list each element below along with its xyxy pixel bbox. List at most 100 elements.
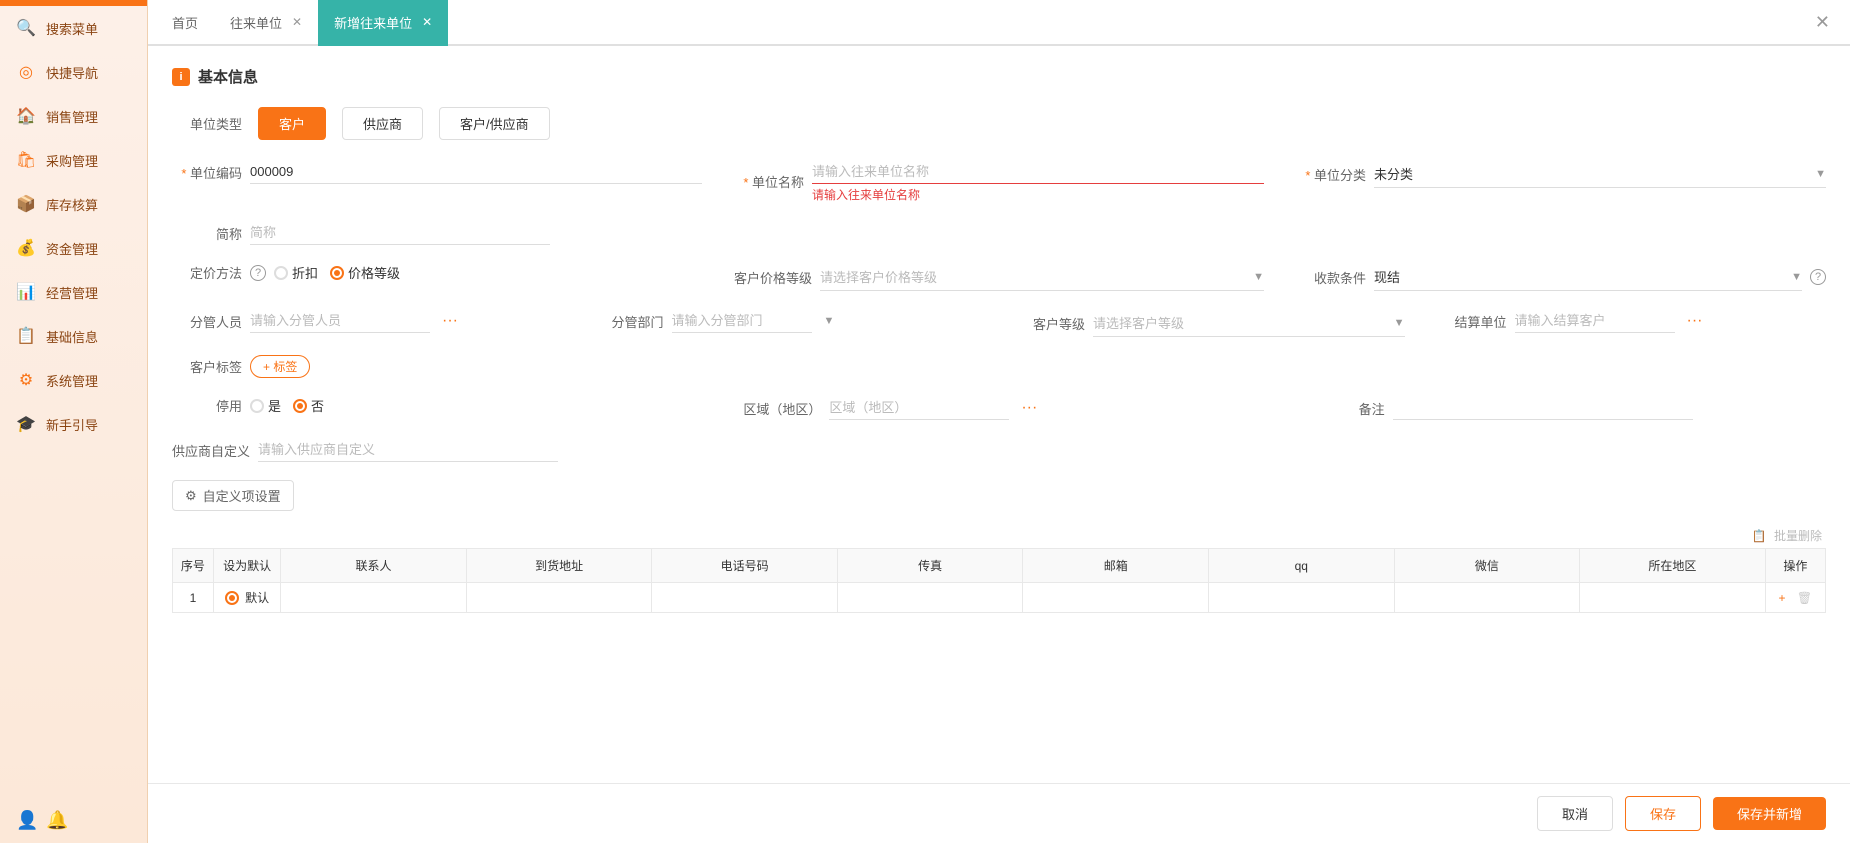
supplier-custom-label: 供应商自定义 xyxy=(172,441,250,460)
tab-home[interactable]: 首页 xyxy=(156,0,214,46)
field-abbr: 简称 xyxy=(172,221,1826,245)
region-input[interactable] xyxy=(829,396,1009,420)
pricing-help-icon[interactable]: ? xyxy=(250,265,266,281)
disabled-radio-yes[interactable]: 是 xyxy=(250,396,281,415)
pricing-radio-level[interactable]: 价格等级 xyxy=(330,263,400,282)
tab-partners[interactable]: 往来单位 ✕ xyxy=(214,0,318,46)
add-tag-btn[interactable]: + 标签 xyxy=(250,355,310,378)
row-abbr: 简称 xyxy=(172,221,1826,245)
region-label: 区域（地区） xyxy=(743,399,821,418)
tab-new-partner-close[interactable]: ✕ xyxy=(422,15,432,29)
batch-delete-label[interactable]: 批量删除 xyxy=(1774,529,1822,543)
sidebar-item-search[interactable]: 🔍 搜索菜单 xyxy=(0,6,147,50)
cell-phone[interactable] xyxy=(652,583,838,613)
info-icon: i xyxy=(179,71,182,83)
supplier-custom-input[interactable] xyxy=(258,438,558,462)
sidebar-item-label: 销售管理 xyxy=(46,107,98,126)
field-unit-name: 单位名称 请输入往来单位名称 xyxy=(734,160,1264,203)
settlement-input[interactable] xyxy=(1515,309,1675,333)
tab-partners-close[interactable]: ✕ xyxy=(292,15,302,29)
sidebar-item-operations[interactable]: 📊 经营管理 xyxy=(0,270,147,314)
field-supplier-custom: 供应商自定义 xyxy=(172,438,1826,462)
save-new-button[interactable]: 保存并新增 xyxy=(1713,797,1826,830)
tab-new-partner[interactable]: 新增往来单位 ✕ xyxy=(318,0,448,46)
pricing-radio-discount[interactable]: 折扣 xyxy=(274,263,318,282)
cell-email[interactable] xyxy=(1023,583,1209,613)
remark-label: 备注 xyxy=(1315,399,1385,418)
row-delete-btn[interactable]: 🗑 xyxy=(1797,591,1812,605)
unit-type-both-btn[interactable]: 客户/供应商 xyxy=(439,107,550,140)
newbie-icon: 🎓 xyxy=(16,414,36,434)
custom-settings-row: ⚙ 自定义项设置 xyxy=(172,480,1826,523)
settlement-more-btn[interactable]: ··· xyxy=(1683,312,1707,330)
cancel-button[interactable]: 取消 xyxy=(1537,796,1613,831)
row-customer-tag: 客户标签 + 标签 xyxy=(172,355,1826,378)
row-unit-info: 单位编码 单位名称 请输入往来单位名称 单位分类 未分类 ▼ xyxy=(172,160,1826,203)
cell-fax[interactable] xyxy=(837,583,1023,613)
bell-icon[interactable]: 🔔 xyxy=(46,810,68,831)
sidebar-item-sales[interactable]: 🏠 销售管理 xyxy=(0,94,147,138)
col-action: 操作 xyxy=(1765,549,1825,583)
cell-region[interactable] xyxy=(1580,583,1766,613)
remark-input[interactable] xyxy=(1393,396,1693,420)
collection-label: 收款条件 xyxy=(1296,268,1366,287)
no-radio-dot xyxy=(293,399,307,413)
field-collection-condition: 收款条件 现结 ▼ ? xyxy=(1296,263,1826,291)
unit-code-input[interactable] xyxy=(250,160,702,184)
sidebar-item-label: 库存核算 xyxy=(46,195,98,214)
sidebar: 🔍 搜索菜单 ◎ 快捷导航 🏠 销售管理 🛍 采购管理 📦 库存核算 💰 资金管… xyxy=(0,0,148,843)
custom-settings-btn[interactable]: ⚙ 自定义项设置 xyxy=(172,480,294,511)
collection-value: 现结 xyxy=(1374,267,1400,286)
save-button[interactable]: 保存 xyxy=(1625,796,1701,831)
manager-more-btn[interactable]: ··· xyxy=(438,312,462,330)
col-email: 邮箱 xyxy=(1023,549,1209,583)
sidebar-item-newbie[interactable]: 🎓 新手引导 xyxy=(0,402,147,446)
field-customer-price-level: 客户价格等级 请选择客户价格等级 ▼ xyxy=(734,263,1264,291)
window-close-icon[interactable]: ✕ xyxy=(1803,12,1842,33)
sidebar-item-finance[interactable]: 💰 资金管理 xyxy=(0,226,147,270)
field-settlement-unit: 结算单位 ··· xyxy=(1437,309,1827,333)
default-radio-dot[interactable] xyxy=(225,591,239,605)
finance-icon: 💰 xyxy=(16,238,36,258)
tab-bar: 首页 往来单位 ✕ 新增往来单位 ✕ ✕ xyxy=(148,0,1850,46)
sidebar-item-basic[interactable]: 📋 基础信息 xyxy=(0,314,147,358)
row-add-btn[interactable]: + xyxy=(1779,591,1786,605)
unit-type-supplier-btn[interactable]: 供应商 xyxy=(342,107,423,140)
collection-select[interactable]: 现结 ▼ xyxy=(1374,263,1802,291)
disabled-radio-group: 是 否 xyxy=(250,396,324,415)
sidebar-item-label: 采购管理 xyxy=(46,151,98,170)
cell-qq[interactable] xyxy=(1209,583,1395,613)
unit-name-input[interactable] xyxy=(812,160,1264,184)
cell-wechat[interactable] xyxy=(1394,583,1580,613)
form-area: i 基本信息 单位类型 客户 供应商 客户/供应商 单位编码 单位名称 请输入往… xyxy=(148,46,1850,783)
sidebar-item-purchase[interactable]: 🛍 采购管理 xyxy=(0,138,147,182)
contact-table: 序号 设为默认 联系人 到货地址 电话号码 传真 邮箱 qq 微信 所在地区 操… xyxy=(172,548,1826,613)
basic-icon: 📋 xyxy=(16,326,36,346)
customer-price-arrow: ▼ xyxy=(1253,271,1264,283)
abbr-input[interactable] xyxy=(250,221,550,245)
unit-type-customer-btn[interactable]: 客户 xyxy=(258,107,326,140)
operations-icon: 📊 xyxy=(16,282,36,302)
col-phone: 电话号码 xyxy=(652,549,838,583)
customer-price-label: 客户价格等级 xyxy=(734,268,812,287)
sidebar-item-label: 新手引导 xyxy=(46,415,98,434)
manager-input[interactable] xyxy=(250,309,430,333)
user-icon[interactable]: 👤 xyxy=(16,810,38,831)
row-manager: 分管人员 ··· 分管部门 ▼ 客户等级 请选择客户等级 ▼ 结算单位 ··· xyxy=(172,309,1826,337)
region-more-btn[interactable]: ··· xyxy=(1017,399,1041,417)
level-radio-dot xyxy=(330,266,344,280)
sidebar-item-quicknav[interactable]: ◎ 快捷导航 xyxy=(0,50,147,94)
cell-address[interactable] xyxy=(466,583,652,613)
sidebar-item-inventory[interactable]: 📦 库存核算 xyxy=(0,182,147,226)
customer-level-placeholder: 请选择客户等级 xyxy=(1093,313,1184,332)
cell-contact[interactable] xyxy=(281,583,467,613)
unit-category-select[interactable]: 未分类 ▼ xyxy=(1374,160,1826,188)
settings-gear-icon: ⚙ xyxy=(185,488,197,504)
customer-price-select[interactable]: 请选择客户价格等级 ▼ xyxy=(820,263,1264,291)
dept-input[interactable] xyxy=(672,309,812,333)
disabled-radio-no[interactable]: 否 xyxy=(293,396,324,415)
sidebar-item-system[interactable]: ⚙ 系统管理 xyxy=(0,358,147,402)
customer-level-select[interactable]: 请选择客户等级 ▼ xyxy=(1093,309,1405,337)
collection-help-icon[interactable]: ? xyxy=(1810,269,1826,285)
sidebar-item-label: 快捷导航 xyxy=(46,63,98,82)
